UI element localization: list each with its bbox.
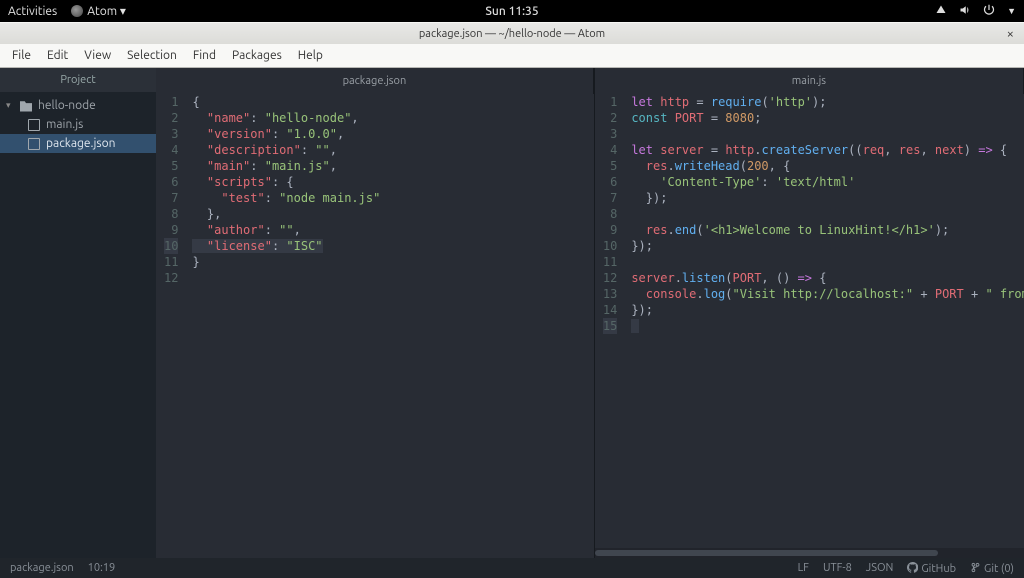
editor-panes: package.json 123456789101112 { "name": "… — [156, 68, 1024, 558]
menu-file[interactable]: File — [4, 45, 39, 66]
tab-bar: package.json — [156, 68, 594, 94]
status-grammar[interactable]: JSON — [866, 562, 894, 574]
file-tree: ▾ hello-node main.js package.json — [0, 92, 156, 157]
tab-main-js[interactable]: main.js — [595, 68, 1024, 94]
network-icon[interactable] — [935, 4, 947, 19]
status-github[interactable]: GitHub — [907, 562, 956, 575]
folder-label: hello-node — [38, 99, 96, 112]
tree-root-folder[interactable]: ▾ hello-node — [0, 96, 156, 115]
pane-left: package.json 123456789101112 { "name": "… — [156, 68, 595, 558]
window-title: package.json — ~/hello-node — Atom — [419, 28, 605, 40]
tab-bar: main.js — [595, 68, 1024, 94]
status-bar: package.json 10:19 LF UTF-8 JSON GitHub … — [0, 558, 1024, 578]
github-icon — [907, 562, 918, 573]
gutter: 123456789101112 — [156, 94, 188, 558]
menu-packages[interactable]: Packages — [224, 45, 290, 66]
status-cursor[interactable]: 10:19 — [88, 562, 116, 574]
menu-view[interactable]: View — [76, 45, 119, 66]
code-area[interactable]: { "name": "hello-node", "version": "1.0.… — [188, 94, 380, 558]
system-chevron-icon[interactable]: ▼ — [1007, 6, 1016, 16]
pane-right: main.js 123456789101112131415 let http =… — [595, 68, 1024, 558]
menu-selection[interactable]: Selection — [119, 45, 185, 66]
menu-edit[interactable]: Edit — [39, 45, 76, 66]
file-label: main.js — [46, 118, 83, 131]
sidebar-header: Project — [0, 68, 156, 92]
tree-file-main[interactable]: main.js — [0, 115, 156, 134]
tab-package-json[interactable]: package.json — [156, 68, 594, 94]
file-icon — [28, 119, 40, 131]
clock[interactable]: Sun 11:35 — [485, 5, 538, 18]
gutter: 123456789101112131415 — [595, 94, 627, 548]
gnome-top-bar: Activities Atom ▾ Sun 11:35 ▼ — [0, 0, 1024, 22]
power-icon[interactable] — [983, 4, 995, 19]
horizontal-scrollbar[interactable] — [595, 548, 1024, 558]
folder-icon — [20, 100, 32, 112]
editor-package-json[interactable]: 123456789101112 { "name": "hello-node", … — [156, 94, 594, 558]
workspace: Project ▾ hello-node main.js package.jso… — [0, 68, 1024, 558]
file-icon — [28, 138, 40, 150]
app-menu[interactable]: Atom ▾ — [71, 4, 126, 18]
tree-file-package[interactable]: package.json — [0, 134, 156, 153]
menu-bar: File Edit View Selection Find Packages H… — [0, 44, 1024, 68]
window-close-button[interactable]: × — [997, 23, 1024, 45]
chevron-down-icon: ▾ — [6, 100, 14, 111]
menu-find[interactable]: Find — [185, 45, 224, 66]
status-file[interactable]: package.json — [10, 562, 74, 574]
scrollbar-thumb[interactable] — [595, 550, 938, 556]
volume-icon[interactable] — [959, 4, 971, 19]
menu-help[interactable]: Help — [290, 45, 331, 66]
status-git[interactable]: Git (0) — [970, 562, 1014, 575]
activities-button[interactable]: Activities — [8, 5, 57, 18]
git-branch-icon — [970, 562, 981, 573]
window-titlebar[interactable]: package.json — ~/hello-node — Atom × — [0, 22, 1024, 44]
status-eol[interactable]: LF — [798, 562, 809, 574]
status-encoding[interactable]: UTF-8 — [823, 562, 852, 574]
code-area[interactable]: let http = require('http'); const PORT =… — [627, 94, 1024, 548]
editor-main-js[interactable]: 123456789101112131415 let http = require… — [595, 94, 1024, 548]
atom-icon — [71, 5, 83, 17]
project-sidebar: Project ▾ hello-node main.js package.jso… — [0, 68, 156, 558]
file-label: package.json — [46, 137, 115, 150]
